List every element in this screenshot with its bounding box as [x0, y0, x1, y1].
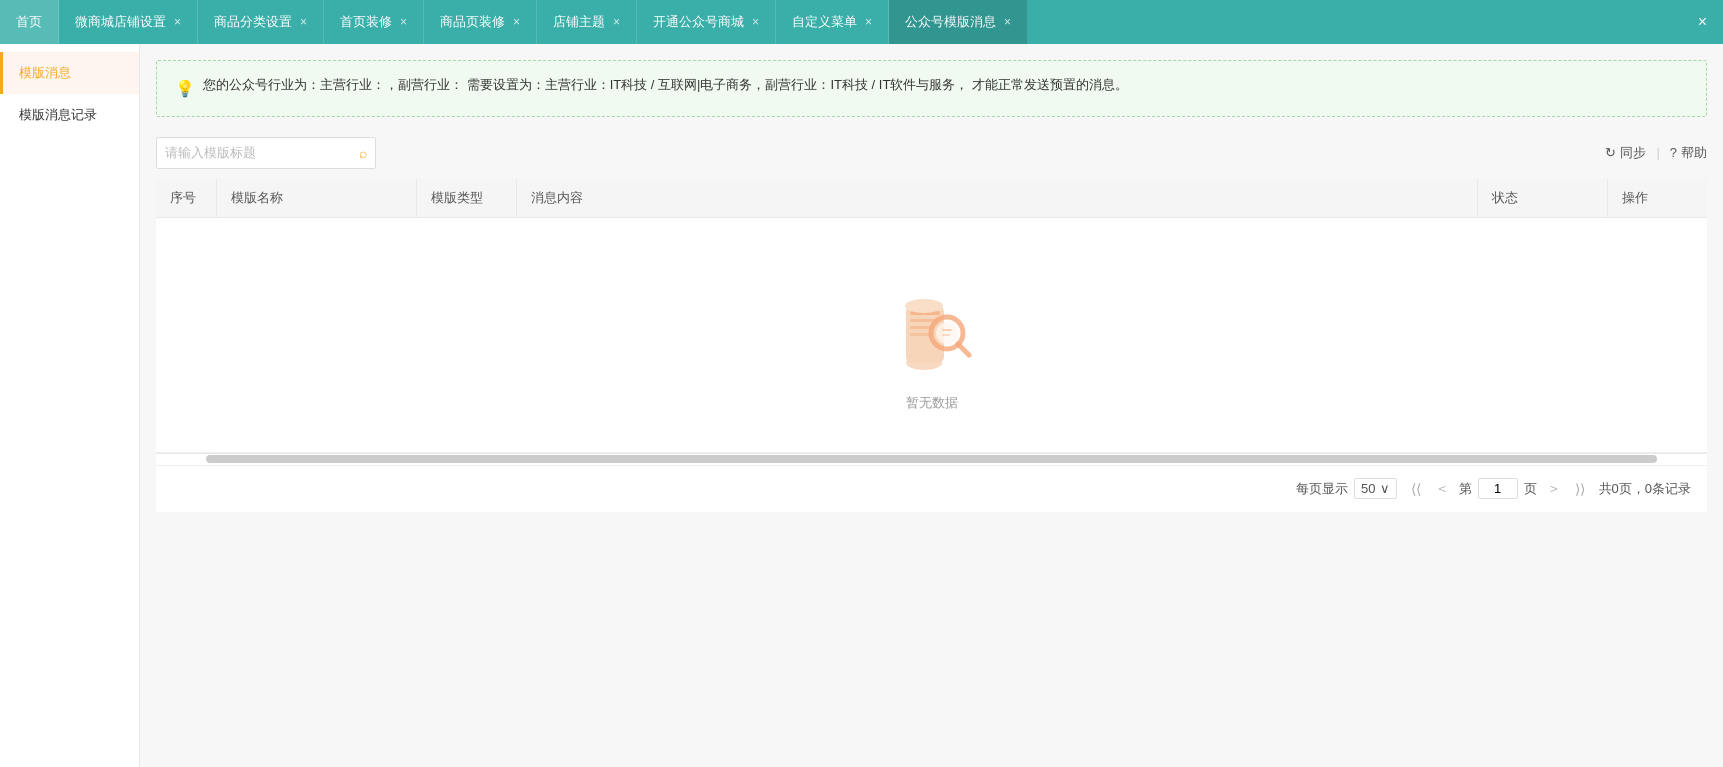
sidebar: 模版消息 模版消息记录 — [0, 44, 140, 767]
close-open-store[interactable]: × — [752, 15, 759, 29]
nav-tab-store-theme-label: 店铺主题 — [553, 13, 605, 31]
col-name: 模版名称 — [216, 179, 416, 218]
empty-state: 暂无数据 — [156, 218, 1707, 452]
alert-text: 您的公众号行业为：主营行业：，副营行业： 需要设置为：主营行业：IT科技 / 互… — [203, 75, 1128, 96]
nav-tab-shop-settings[interactable]: 微商城店铺设置 × — [59, 0, 198, 44]
close-home-decor[interactable]: × — [400, 15, 407, 29]
alert-highlight: 需要设置为：主营行业：IT科技 / 互联网|电子商务，副营行业：IT科技 / I… — [467, 77, 969, 92]
nav-tab-open-store[interactable]: 开通公众号商城 × — [637, 0, 776, 44]
scroll-area[interactable] — [156, 453, 1707, 465]
close-template-msg[interactable]: × — [1004, 15, 1011, 29]
nav-tab-custom-menu-label: 自定义菜单 — [792, 13, 857, 31]
svg-rect-3 — [910, 319, 936, 322]
page-nav: ⟨⟨ ＜ 第 页 ＞ ⟩⟩ — [1407, 478, 1589, 500]
prev-page-button[interactable]: ＜ — [1431, 478, 1453, 500]
col-index: 序号 — [156, 179, 216, 218]
sidebar-item-template-record[interactable]: 模版消息记录 — [0, 94, 139, 136]
nav-tab-store-theme[interactable]: 店铺主题 × — [537, 0, 637, 44]
main-layout: 模版消息 模版消息记录 💡 您的公众号行业为：主营行业：，副营行业： 需要设置为… — [0, 44, 1723, 767]
close-category[interactable]: × — [300, 15, 307, 29]
svg-rect-10 — [942, 329, 952, 331]
nav-tab-custom-menu[interactable]: 自定义菜单 × — [776, 0, 889, 44]
page-total: 共0页，0条记录 — [1599, 480, 1691, 498]
help-icon: ? — [1670, 145, 1677, 160]
nav-tab-home-decor[interactable]: 首页装修 × — [324, 0, 424, 44]
alert-box: 💡 您的公众号行业为：主营行业：，副营行业： 需要设置为：主营行业：IT科技 /… — [156, 60, 1707, 117]
nav-tab-product-decor[interactable]: 商品页装修 × — [424, 0, 537, 44]
data-table: 序号 模版名称 模版类型 消息内容 状态 操作 — [156, 179, 1707, 453]
sync-label: 同步 — [1620, 144, 1646, 162]
close-product-decor[interactable]: × — [513, 15, 520, 29]
page-size-value: 50 — [1361, 481, 1375, 496]
sidebar-item-template-record-label: 模版消息记录 — [19, 107, 97, 122]
svg-rect-11 — [942, 334, 950, 336]
sync-button[interactable]: ↻ 同步 — [1605, 144, 1646, 162]
first-page-button[interactable]: ⟨⟨ — [1407, 479, 1425, 499]
nav-tab-home-decor-label: 首页装修 — [340, 13, 392, 31]
scroll-track[interactable] — [206, 455, 1657, 463]
sync-icon: ↻ — [1605, 145, 1616, 160]
alert-prefix: 您的公众号行业为：主营行业：，副营行业： — [203, 77, 463, 92]
svg-rect-4 — [910, 326, 932, 329]
nav-tab-template-msg[interactable]: 公众号模版消息 × — [889, 0, 1028, 44]
nav-tab-product-decor-label: 商品页装修 — [440, 13, 505, 31]
svg-rect-5 — [910, 333, 930, 336]
svg-point-6 — [905, 299, 943, 313]
page-size-dropdown[interactable]: 50 ∨ — [1354, 478, 1396, 499]
close-store-theme[interactable]: × — [613, 15, 620, 29]
nav-tab-template-msg-label: 公众号模版消息 — [905, 13, 996, 31]
empty-illustration — [882, 278, 982, 378]
nav-tab-shop-settings-label: 微商城店铺设置 — [75, 13, 166, 31]
empty-text: 暂无数据 — [156, 394, 1707, 412]
search-input[interactable] — [165, 145, 353, 160]
toolbar-right: ↻ 同步 | ? 帮助 — [1605, 144, 1707, 162]
page-label-after: 页 — [1524, 480, 1537, 498]
nav-tab-category[interactable]: 商品分类设置 × — [198, 0, 324, 44]
nav-tab-open-store-label: 开通公众号商城 — [653, 13, 744, 31]
chevron-down-icon: ∨ — [1380, 481, 1390, 496]
next-page-button[interactable]: ＞ — [1543, 478, 1565, 500]
nav-tab-category-label: 商品分类设置 — [214, 13, 292, 31]
alert-suffix: 才能正常发送预置的消息。 — [972, 77, 1128, 92]
nav-tab-home[interactable]: 首页 — [0, 0, 59, 44]
svg-point-8 — [936, 322, 958, 344]
close-custom-menu[interactable]: × — [865, 15, 872, 29]
toolbar-divider: | — [1656, 145, 1659, 160]
pagination: 每页显示 50 ∨ ⟨⟨ ＜ 第 页 ＞ ⟩⟩ 共0页，0条记录 — [156, 465, 1707, 512]
col-action: 操作 — [1607, 179, 1707, 218]
main-content: 💡 您的公众号行业为：主营行业：，副营行业： 需要设置为：主营行业：IT科技 /… — [140, 44, 1723, 767]
page-size-selector: 每页显示 50 ∨ — [1296, 478, 1396, 499]
col-content: 消息内容 — [516, 179, 1477, 218]
last-page-button[interactable]: ⟩⟩ — [1571, 479, 1589, 499]
col-type: 模版类型 — [416, 179, 516, 218]
page-size-label: 每页显示 — [1296, 480, 1348, 498]
page-label-before: 第 — [1459, 480, 1472, 498]
alert-icon: 💡 — [175, 76, 195, 102]
col-status: 状态 — [1477, 179, 1607, 218]
sidebar-item-template[interactable]: 模版消息 — [0, 52, 139, 94]
close-all-tabs[interactable]: × — [1682, 13, 1723, 31]
sidebar-item-template-label: 模版消息 — [19, 65, 71, 80]
search-icon[interactable]: ⌕ — [359, 145, 367, 161]
toolbar: ⌕ ↻ 同步 | ? 帮助 — [156, 137, 1707, 169]
page-number-input[interactable] — [1478, 478, 1518, 499]
svg-line-9 — [958, 344, 969, 355]
nav-tab-home-label: 首页 — [16, 13, 42, 31]
search-box[interactable]: ⌕ — [156, 137, 376, 169]
help-label: 帮助 — [1681, 144, 1707, 162]
help-button[interactable]: ? 帮助 — [1670, 144, 1707, 162]
top-nav: 首页 微商城店铺设置 × 商品分类设置 × 首页装修 × 商品页装修 × 店铺主… — [0, 0, 1723, 44]
close-shop-settings[interactable]: × — [174, 15, 181, 29]
table-header-row: 序号 模版名称 模版类型 消息内容 状态 操作 — [156, 179, 1707, 218]
